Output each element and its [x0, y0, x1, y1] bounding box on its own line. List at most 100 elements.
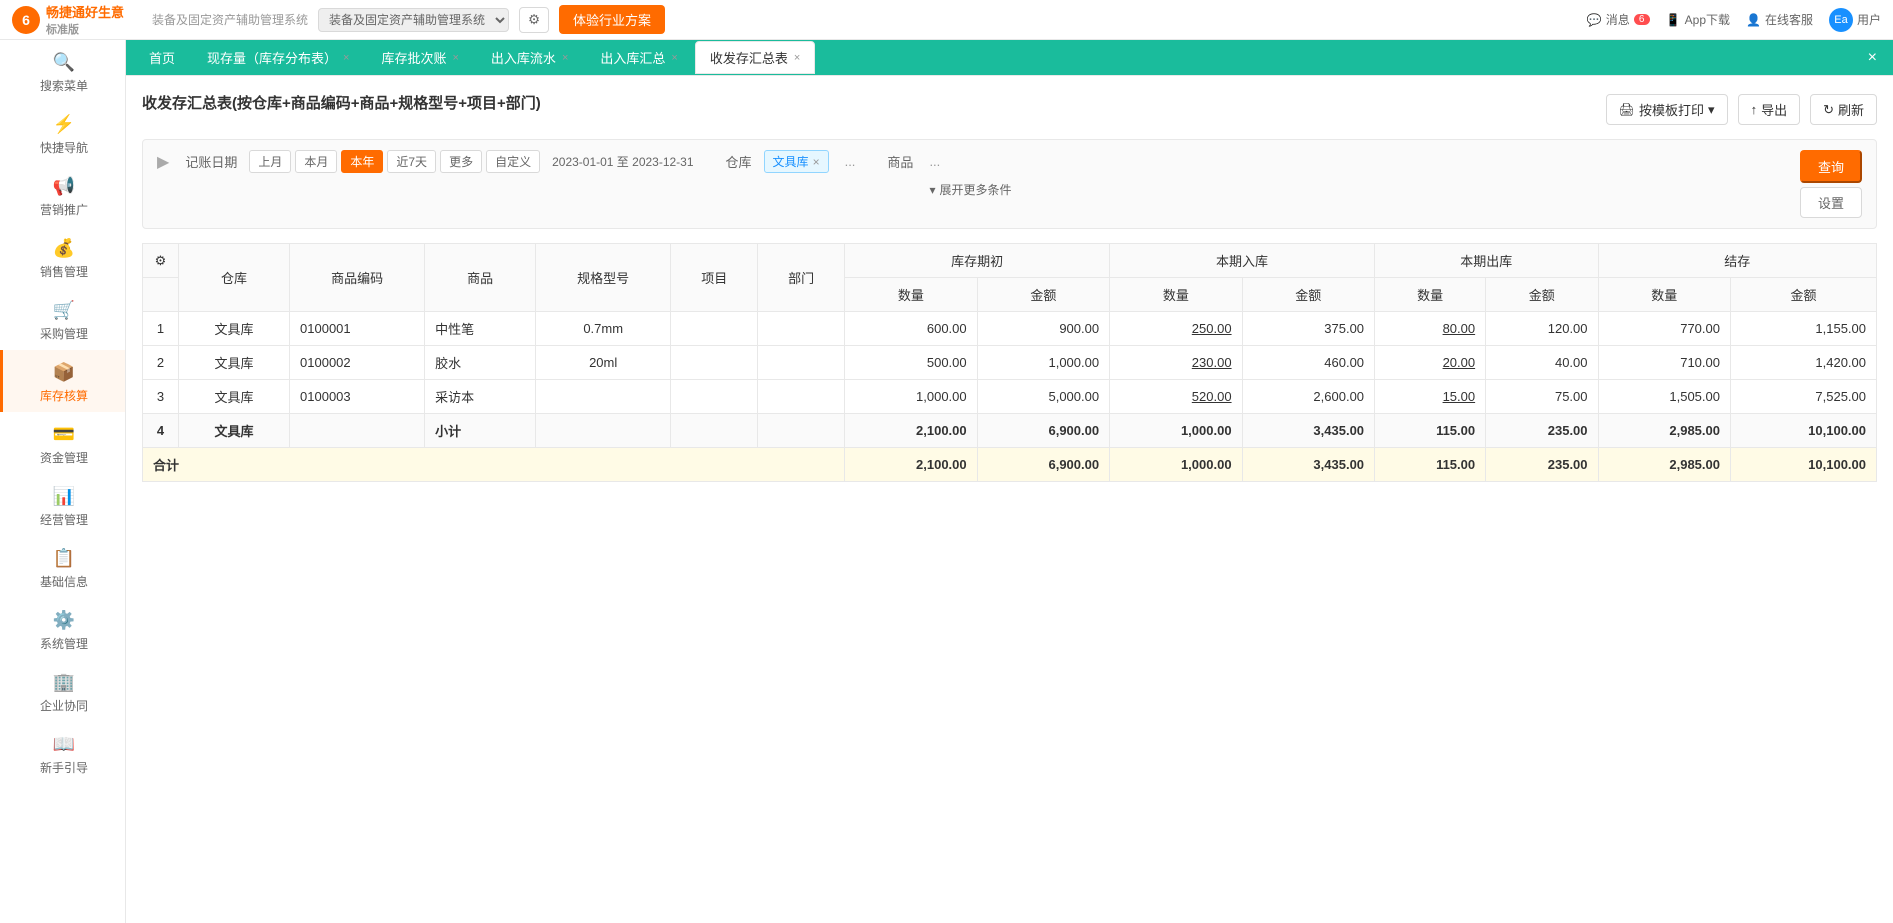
th-outbound: 本期出库 [1375, 244, 1598, 278]
sidebar-item-guide[interactable]: 📖 新手引导 [0, 722, 125, 784]
inventory-icon: 📦 [53, 362, 75, 383]
th-in-qty: 数量 [1110, 278, 1242, 312]
tab-recv-send[interactable]: 收发存汇总表 × [695, 41, 815, 74]
sidebar-item-marketing[interactable]: 📢 营销推广 [0, 164, 125, 226]
download-icon: 📱 [1666, 13, 1681, 27]
cell-dept [758, 312, 845, 346]
sidebar-item-purchase[interactable]: 🛒 采购管理 [0, 288, 125, 350]
message-badge: 6 [1634, 14, 1650, 25]
cell-open-qty: 2,100.00 [845, 414, 977, 448]
sidebar: 🔍 搜索菜单 ⚡ 快捷导航 📢 营销推广 💰 销售管理 🛒 采购管理 📦 [0, 40, 126, 923]
cell-name: 采访本 [425, 380, 536, 414]
sidebar-label-search: 搜索菜单 [40, 77, 88, 94]
cell-warehouse: 文具库 [179, 312, 290, 346]
system-selector[interactable]: 装备及固定资产辅助管理系统 [318, 8, 509, 32]
cell-open-qty: 1,000.00 [845, 380, 977, 414]
experience-button[interactable]: 体验行业方案 [559, 5, 665, 34]
warehouse-tag-close[interactable]: × [813, 155, 820, 169]
tab-flow-close[interactable]: × [562, 52, 568, 64]
sidebar-label-inventory: 库存核算 [40, 387, 88, 404]
sidebar-label-purchase: 采购管理 [40, 325, 88, 342]
message-action[interactable]: 💬 消息 6 [1587, 11, 1650, 28]
date-btn-more[interactable]: 更多 [440, 150, 482, 173]
cell-in-qty[interactable]: 250.00 [1110, 312, 1242, 346]
goods-dots[interactable]: ... [929, 154, 940, 169]
sidebar-item-search[interactable]: 🔍 搜索菜单 [0, 40, 125, 102]
tab-io-summary[interactable]: 出入库汇总 × [585, 41, 692, 74]
th-out-qty: 数量 [1375, 278, 1486, 312]
tab-recv-send-close[interactable]: × [794, 52, 800, 64]
tab-batch[interactable]: 库存批次账 × [366, 41, 473, 74]
sidebar-item-finance[interactable]: 💳 资金管理 [0, 412, 125, 474]
message-icon: 💬 [1587, 13, 1602, 27]
sidebar-item-quick[interactable]: ⚡ 快捷导航 [0, 102, 125, 164]
app-download-action[interactable]: 📱 App下载 [1666, 11, 1730, 28]
sidebar-item-inventory[interactable]: 📦 库存核算 [0, 350, 125, 412]
sidebar-item-basic[interactable]: 📋 基础信息 [0, 536, 125, 598]
cell-out-amt: 75.00 [1486, 380, 1598, 414]
query-button[interactable]: 查询 [1800, 150, 1862, 183]
operation-icon: 📊 [53, 486, 75, 507]
export-button[interactable]: ↑ 导出 [1738, 94, 1801, 125]
tabbar-close-icon[interactable]: × [1860, 49, 1885, 67]
tab-stock-dist[interactable]: 现存量（库存分布表） × [192, 41, 364, 74]
sidebar-label-marketing: 营销推广 [40, 201, 88, 218]
gear-button[interactable]: ⚙ [519, 7, 549, 33]
cell-close-amt: 10,100.00 [1730, 414, 1876, 448]
cell-spec [536, 414, 671, 448]
date-btn-this-year[interactable]: 本年 [341, 150, 383, 173]
user-action[interactable]: Ea 用户 [1829, 8, 1881, 32]
cell-close-qty: 710.00 [1598, 346, 1730, 380]
cell-close-amt: 7,525.00 [1730, 380, 1876, 414]
sidebar-label-corp: 企业协同 [40, 697, 88, 714]
total-label: 合计 [143, 448, 845, 482]
export-label: 导出 [1761, 100, 1787, 119]
table-row: 1文具库0100001中性笔0.7mm600.00900.00250.00375… [143, 312, 1877, 346]
tab-batch-close[interactable]: × [452, 52, 458, 64]
date-btn-this-month[interactable]: 本月 [295, 150, 337, 173]
app-download-label: App下载 [1685, 11, 1730, 28]
tab-stock-dist-close[interactable]: × [343, 52, 349, 64]
date-btn-7days[interactable]: 近7天 [387, 150, 436, 173]
quick-icon: ⚡ [53, 114, 75, 135]
cell-out-qty[interactable]: 20.00 [1375, 346, 1486, 380]
refresh-button[interactable]: ↻ 刷新 [1810, 94, 1877, 125]
cell-open-qty: 500.00 [845, 346, 977, 380]
date-btn-custom[interactable]: 自定义 [486, 150, 540, 173]
cell-out-qty[interactable]: 15.00 [1375, 380, 1486, 414]
total-open-qty: 2,100.00 [845, 448, 977, 482]
cell-spec: 20ml [536, 346, 671, 380]
settings-button[interactable]: 设置 [1800, 187, 1862, 218]
cell-warehouse: 文具库 [179, 380, 290, 414]
expand-row[interactable]: ▾ 展开更多条件 [157, 181, 1784, 198]
cell-in-qty[interactable]: 230.00 [1110, 346, 1242, 380]
top-bar: 6 畅捷通好生意 标准版 装备及固定资产辅助管理系统 装备及固定资产辅助管理系统… [0, 0, 1893, 40]
warehouse-dots[interactable]: ... [845, 154, 856, 169]
cell-out-qty[interactable]: 80.00 [1375, 312, 1486, 346]
cell-open-qty: 600.00 [845, 312, 977, 346]
sales-icon: 💰 [53, 238, 75, 259]
cell-in-qty[interactable]: 520.00 [1110, 380, 1242, 414]
date-btn-last-month[interactable]: 上月 [249, 150, 291, 173]
total-out-qty: 115.00 [1375, 448, 1486, 482]
online-service-action[interactable]: 👤 在线客服 [1746, 11, 1813, 28]
sidebar-item-sales[interactable]: 💰 销售管理 [0, 226, 125, 288]
sidebar-item-operation[interactable]: 📊 经营管理 [0, 474, 125, 536]
tab-stock-dist-label: 现存量（库存分布表） [207, 48, 337, 67]
purchase-icon: 🛒 [53, 300, 75, 321]
filter-collapse-icon[interactable]: ▶ [157, 152, 169, 172]
print-template-button[interactable]: 🖨 按模板打印 ▾ [1606, 94, 1728, 125]
cell-project [671, 380, 758, 414]
th-close-amt: 金额 [1730, 278, 1876, 312]
cell-in-qty: 1,000.00 [1110, 414, 1242, 448]
date-range: 2023-01-01 至 2023-12-31 [552, 153, 693, 170]
sidebar-item-corp[interactable]: 🏢 企业协同 [0, 660, 125, 722]
tab-flow[interactable]: 出入库流水 × [476, 41, 583, 74]
total-open-amt: 6,900.00 [977, 448, 1109, 482]
sidebar-item-system[interactable]: ⚙️ 系统管理 [0, 598, 125, 660]
tab-home[interactable]: 首页 [134, 41, 190, 74]
cell-out-amt: 235.00 [1486, 414, 1598, 448]
tab-flow-label: 出入库流水 [491, 48, 556, 67]
cell-in-amt: 460.00 [1242, 346, 1374, 380]
tab-io-summary-close[interactable]: × [671, 52, 677, 64]
